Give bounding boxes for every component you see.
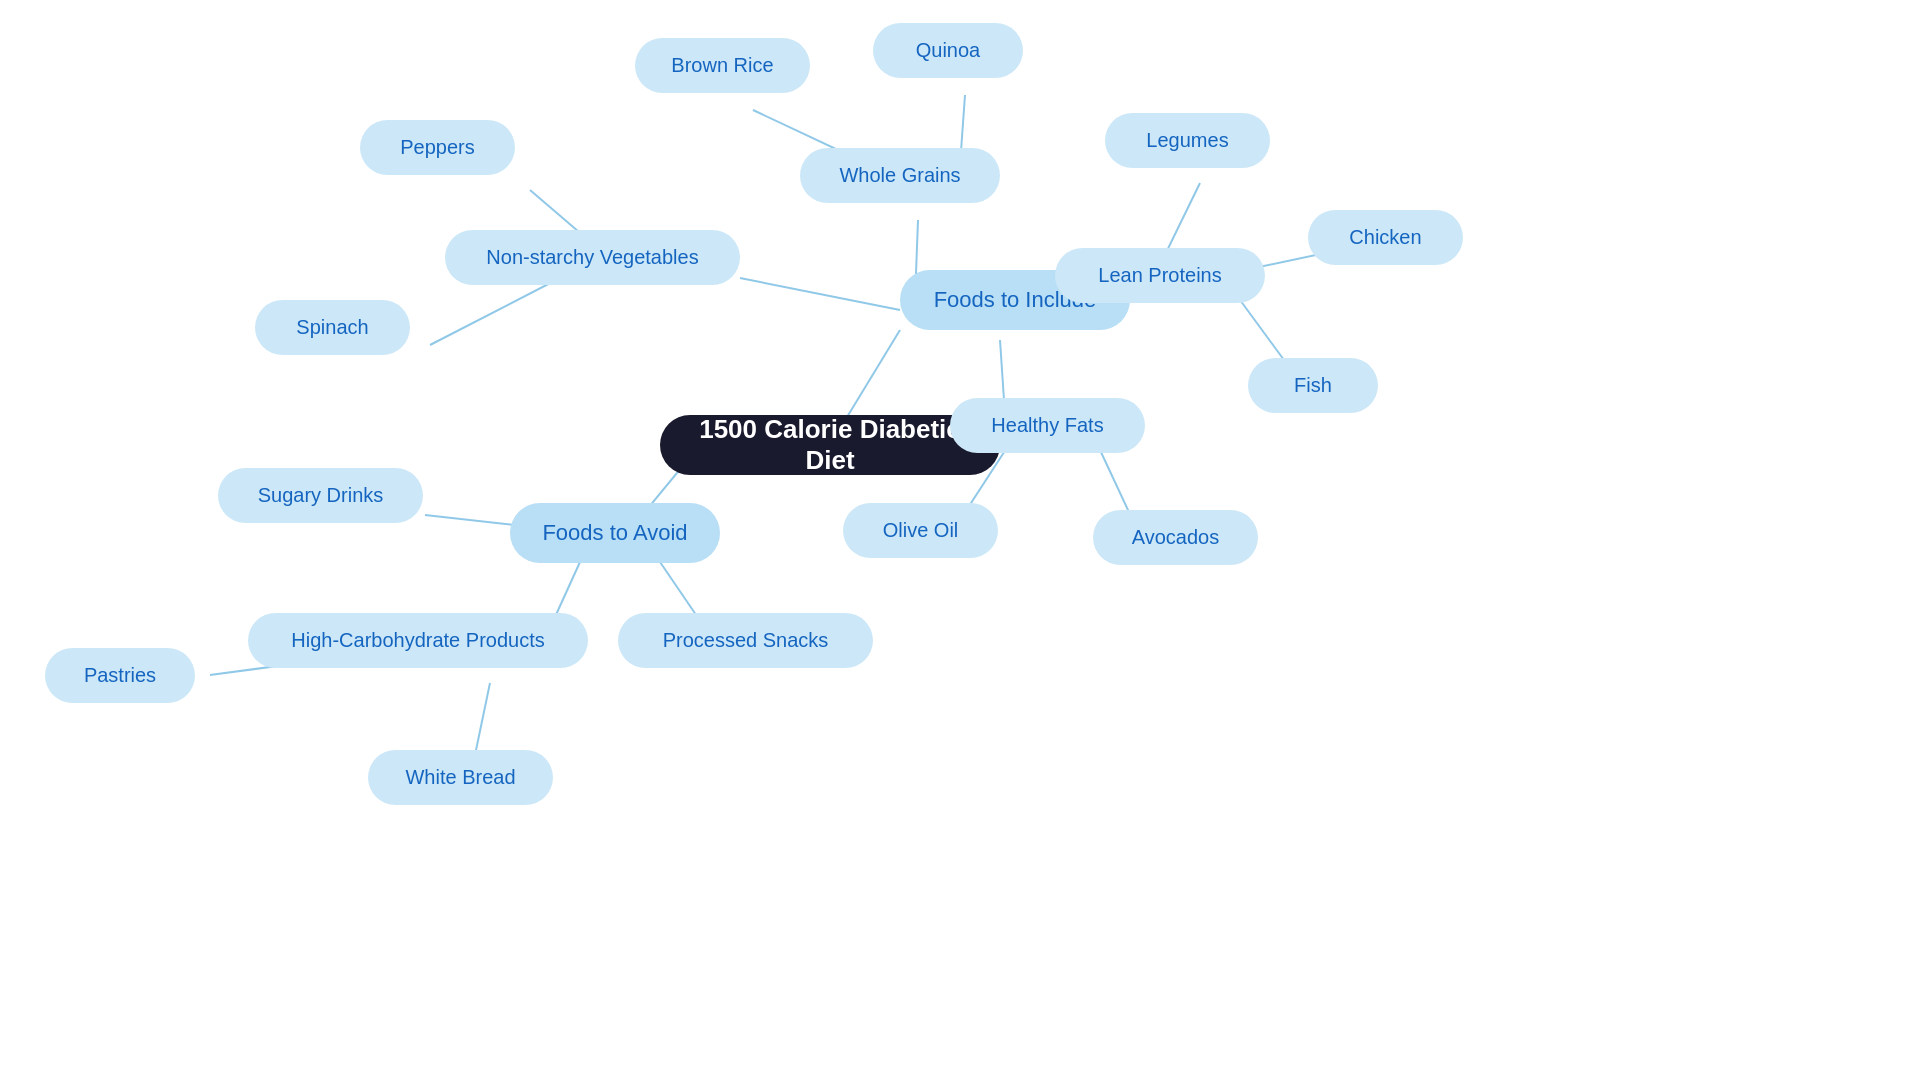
svg-line-19 [475, 683, 490, 755]
healthy-fats-node[interactable]: Healthy Fats [950, 398, 1145, 453]
pastries-node[interactable]: Pastries [45, 648, 195, 703]
brown-rice-node[interactable]: Brown Rice [635, 38, 810, 93]
processed-snacks-node[interactable]: Processed Snacks [618, 613, 873, 668]
lean-proteins-node[interactable]: Lean Proteins [1055, 248, 1265, 303]
spinach-node[interactable]: Spinach [255, 300, 410, 355]
fish-node[interactable]: Fish [1248, 358, 1378, 413]
peppers-node[interactable]: Peppers [360, 120, 515, 175]
avocados-node[interactable]: Avocados [1093, 510, 1258, 565]
olive-oil-node[interactable]: Olive Oil [843, 503, 998, 558]
svg-line-9 [430, 278, 560, 345]
svg-line-3 [740, 278, 900, 310]
white-bread-node[interactable]: White Bread [368, 750, 553, 805]
high-carb-node[interactable]: High-Carbohydrate Products [248, 613, 588, 668]
sugary-drinks-node[interactable]: Sugary Drinks [218, 468, 423, 523]
quinoa-node[interactable]: Quinoa [873, 23, 1023, 78]
non-starchy-veg-node[interactable]: Non-starchy Vegetables [445, 230, 740, 285]
chicken-node[interactable]: Chicken [1308, 210, 1463, 265]
foods-to-avoid-node[interactable]: Foods to Avoid [510, 503, 720, 563]
whole-grains-node[interactable]: Whole Grains [800, 148, 1000, 203]
center-node[interactable]: 1500 Calorie Diabetic Diet [660, 415, 1000, 475]
legumes-node[interactable]: Legumes [1105, 113, 1270, 168]
